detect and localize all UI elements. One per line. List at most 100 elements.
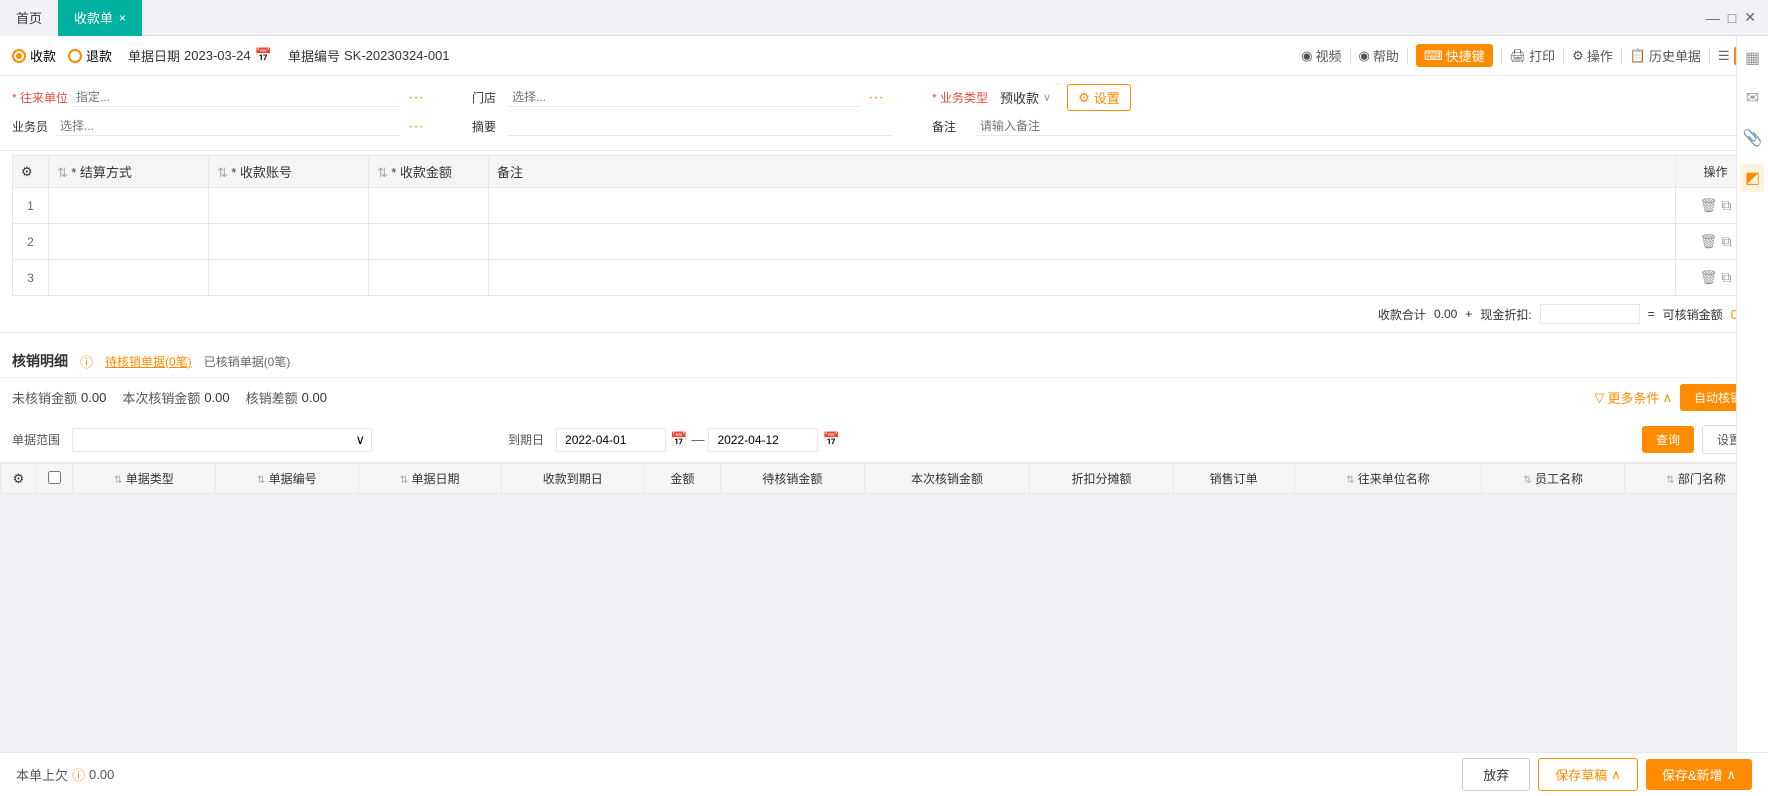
form-section: * 往来单位 ··· 门店 ··· * 业务类型 预收款 ∨ ⚙ 设置 xyxy=(0,76,1768,151)
settlement-cell-2[interactable] xyxy=(49,224,209,260)
filter-row: 单据范围 ∨ 到期日 📅 — 📅 查询 设置 xyxy=(0,417,1768,463)
store-field: 门店 ··· xyxy=(472,88,892,107)
info-icon[interactable]: ⓘ xyxy=(72,765,85,784)
operation-icon: ⚙ xyxy=(1572,48,1584,64)
store-input[interactable] xyxy=(508,88,860,107)
layout-icon[interactable]: ☰ xyxy=(1718,48,1730,64)
copy-icon-3[interactable]: ⧉ xyxy=(1721,269,1731,286)
sort-icon: ⇅ xyxy=(1523,475,1531,486)
query-button[interactable]: 查询 xyxy=(1642,426,1694,453)
sort-icon: ⇅ xyxy=(114,475,122,486)
amount-cell-2[interactable] xyxy=(369,224,489,260)
history-icon: 📋 xyxy=(1630,48,1646,64)
divider xyxy=(1407,48,1408,64)
save-draft-button[interactable]: 保存草稿 ∧ xyxy=(1538,758,1638,791)
staff-more-icon[interactable]: ··· xyxy=(400,118,432,136)
chevron-up-icon: ∧ xyxy=(1662,390,1672,406)
bottom-header-sales: 销售订单 xyxy=(1173,464,1294,494)
select-all-checkbox[interactable] xyxy=(48,471,61,484)
date-range: 📅 — 📅 xyxy=(556,428,840,452)
remark-cell-3[interactable] xyxy=(489,260,1676,296)
filter-icon: ▽ xyxy=(1594,390,1604,406)
sort-icon: ⇅ xyxy=(57,165,68,180)
tab-home[interactable]: 首页 xyxy=(0,0,58,36)
video-button[interactable]: ◉ 视频 xyxy=(1301,46,1341,65)
video-icon: ◉ xyxy=(1301,48,1312,64)
copy-icon-2[interactable]: ⧉ xyxy=(1721,233,1731,250)
help-button[interactable]: ◉ 帮助 xyxy=(1359,46,1399,65)
bottom-header-checkbox[interactable] xyxy=(37,464,73,494)
table-header-remark: 备注 xyxy=(489,156,1676,188)
due-from-input[interactable] xyxy=(556,428,666,452)
copy-icon-1[interactable]: ⧉ xyxy=(1721,197,1731,214)
completed-tab[interactable]: 已核销单据(0笔) xyxy=(204,353,291,370)
delete-icon-2[interactable]: 🗑 xyxy=(1700,233,1718,250)
settings-icon: ⚙ xyxy=(13,471,25,486)
due-to-input[interactable] xyxy=(708,428,818,452)
shortcut-button[interactable]: ⌨ 快捷键 xyxy=(1416,44,1493,67)
pending-tab[interactable]: 待核销单据(0笔) xyxy=(105,353,192,370)
radio-payment[interactable]: 收款 xyxy=(12,46,56,65)
date-icon[interactable]: 📅 xyxy=(255,47,272,64)
discount-input[interactable] xyxy=(1540,304,1640,324)
close-button[interactable]: ✕ xyxy=(1744,9,1756,26)
summary-input[interactable] xyxy=(508,117,892,136)
abandon-button[interactable]: 放弃 xyxy=(1462,758,1530,791)
remark-cell-2[interactable] xyxy=(489,224,1676,260)
radio-refund[interactable]: 退款 xyxy=(68,46,112,65)
info-icon[interactable]: ⓘ xyxy=(80,352,93,371)
remark-cell-1[interactable] xyxy=(489,188,1676,224)
tab-current[interactable]: 收款单 × xyxy=(58,0,142,36)
table-row: 2 🗑 ⧉ xyxy=(13,224,1756,260)
table-row: 3 🗑 ⧉ xyxy=(13,260,1756,296)
account-cell-3[interactable] xyxy=(209,260,369,296)
bottom-header-type: ⇅ 单据类型 xyxy=(73,464,216,494)
calendar-to-icon[interactable]: 📅 xyxy=(822,431,839,448)
divider xyxy=(1709,48,1710,64)
row-num-1: 1 xyxy=(13,188,49,224)
staff-input[interactable] xyxy=(56,117,400,136)
staff-field: 业务员 ··· xyxy=(12,117,432,136)
bottom-header-pending: 待核销金额 xyxy=(721,464,864,494)
more-conditions-button[interactable]: ▽ 更多条件 ∧ xyxy=(1594,388,1672,407)
amount-cell-3[interactable] xyxy=(369,260,489,296)
calendar-from-icon[interactable]: 📅 xyxy=(670,431,687,448)
table-header-settings[interactable]: ⚙ xyxy=(13,156,49,188)
delete-icon-3[interactable]: 🗑 xyxy=(1700,269,1718,286)
account-cell-1[interactable] xyxy=(209,188,369,224)
account-cell-2[interactable] xyxy=(209,224,369,260)
delete-icon-1[interactable]: 🗑 xyxy=(1700,197,1718,214)
amount-cell-1[interactable] xyxy=(369,188,489,224)
history-button[interactable]: 📋 历史单据 xyxy=(1630,46,1701,65)
sort-icon: ⇅ xyxy=(400,475,408,486)
remark-input[interactable] xyxy=(976,117,1756,136)
sidebar-highlight-icon[interactable]: ◩ xyxy=(1741,164,1764,192)
store-more-icon[interactable]: ··· xyxy=(860,89,892,107)
counterpart-more-icon[interactable]: ··· xyxy=(400,89,432,107)
settlement-cell-3[interactable] xyxy=(49,260,209,296)
payment-table-container: ⚙ ⇅ * 结算方式 ⇅ * 收款账号 ⇅ * 收款金额 xyxy=(12,155,1756,296)
range-select[interactable]: ∨ xyxy=(72,428,372,452)
operation-button[interactable]: ⚙ 操作 xyxy=(1572,46,1613,65)
counterpart-field: * 往来单位 ··· xyxy=(12,88,432,107)
sidebar-table-icon[interactable]: ▦ xyxy=(1741,44,1764,72)
minimize-button[interactable]: — xyxy=(1706,10,1720,26)
counterpart-input[interactable] xyxy=(72,88,400,107)
maximize-button[interactable]: □ xyxy=(1728,10,1736,26)
tab-close-icon[interactable]: × xyxy=(119,11,126,25)
row-num-3: 3 xyxy=(13,260,49,296)
print-icon: 🖨 xyxy=(1510,48,1527,64)
print-button[interactable]: 🖨 打印 xyxy=(1510,46,1556,65)
bottom-header-settings[interactable]: ⚙ xyxy=(1,464,37,494)
settlement-cell-1[interactable] xyxy=(49,188,209,224)
sidebar-attach-icon[interactable]: 📎 xyxy=(1739,124,1767,152)
toolbar-row: 收款 退款 单据日期 2023-03-24 📅 单据编号 SK-20230324… xyxy=(0,36,1768,76)
sidebar-email-icon[interactable]: ✉ xyxy=(1742,84,1763,112)
settings-gear-icon: ⚙ xyxy=(21,164,33,179)
due-date-field: 到期日 📅 — 📅 xyxy=(508,428,840,452)
business-type-dropdown-icon[interactable]: ∨ xyxy=(1043,91,1051,104)
settings-button[interactable]: ⚙ 设置 xyxy=(1067,84,1131,111)
save-new-button[interactable]: 保存&新增 ∧ xyxy=(1646,759,1752,790)
footer-right: 放弃 保存草稿 ∧ 保存&新增 ∧ xyxy=(1462,758,1752,791)
section-header: 核销明细 ⓘ 待核销单据(0笔) 已核销单据(0笔) xyxy=(0,341,1768,378)
